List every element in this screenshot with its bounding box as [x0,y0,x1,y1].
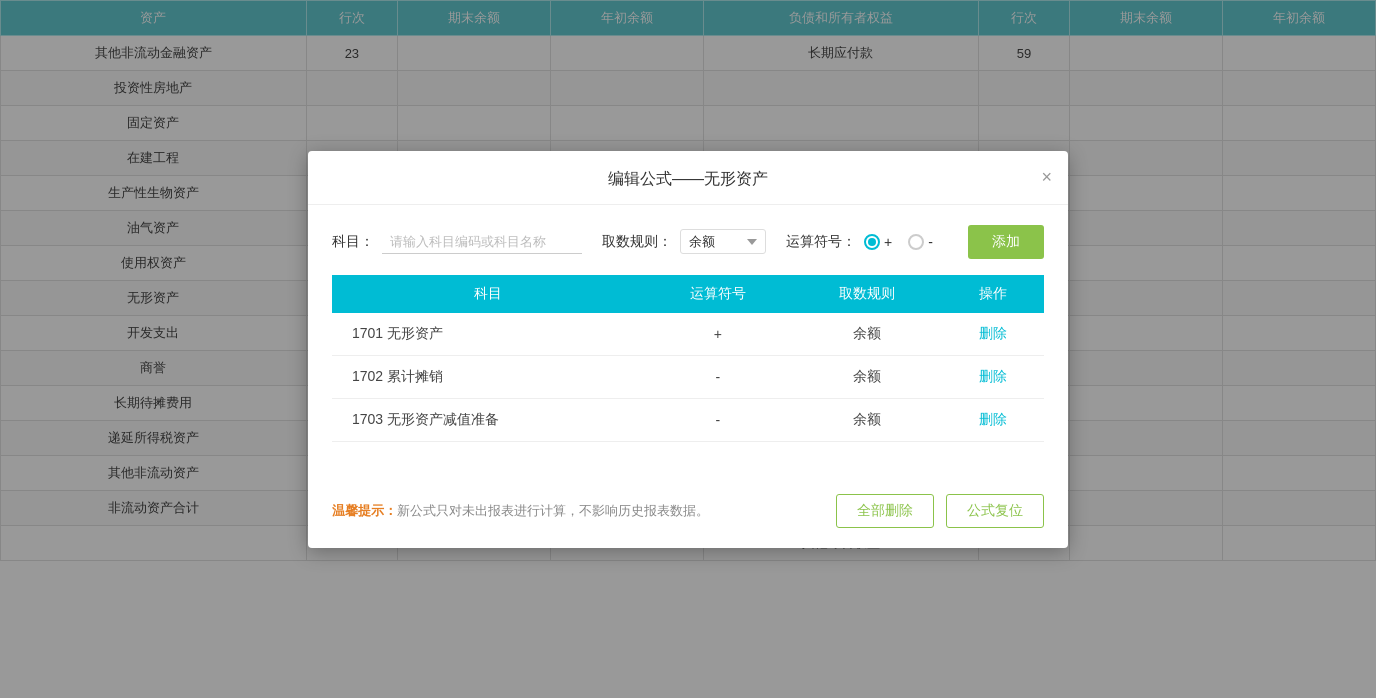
subject-input[interactable] [382,230,582,254]
hint-prefix: 温馨提示： [332,503,397,518]
subject-cell: 1702 累计摊销 [332,355,643,398]
operator-label: 运算符号： [786,233,856,251]
table-header-row: 科目 运算符号 取数规则 操作 [332,275,1044,313]
modal-dialog: 编辑公式——无形资产 × 科目： 取数规则： 余额 借方 贷方 [308,151,1068,548]
delete-link-1[interactable]: 删除 [979,368,1007,384]
col-subject: 科目 [332,275,643,313]
close-button[interactable]: × [1041,168,1052,186]
radio-minus-label: - [928,234,933,250]
modal-header: 编辑公式——无形资产 × [308,151,1068,205]
delete-link-0[interactable]: 删除 [979,325,1007,341]
operator-cell: - [643,355,793,398]
radio-minus-circle [908,234,924,250]
modal-footer: 温馨提示：新公式只对未出报表进行计算，不影响历史报表数据。 全部删除 公式复位 [308,482,1068,548]
subject-group: 科目： [332,230,582,254]
subject-cell: 1703 无形资产减值准备 [332,398,643,441]
operator-cell: - [643,398,793,441]
modal-body: 科目： 取数规则： 余额 借方 贷方 借方累计 贷方累计 [308,205,1068,482]
table-row: 1701 无形资产 + 余额 删除 [332,313,1044,356]
action-cell: 删除 [942,398,1044,441]
radio-plus[interactable]: + [864,234,892,250]
footer-buttons: 全部删除 公式复位 [836,494,1044,528]
reset-formula-button[interactable]: 公式复位 [946,494,1044,528]
operator-cell: + [643,313,793,356]
subject-label: 科目： [332,233,374,251]
radio-group: + - [864,234,933,250]
add-button[interactable]: 添加 [968,225,1044,259]
col-operator: 运算符号 [643,275,793,313]
hint-text: 新公式只对未出报表进行计算，不影响历史报表数据。 [397,503,709,518]
modal-title: 编辑公式——无形资产 [608,170,768,187]
col-rule: 取数规则 [793,275,943,313]
form-row: 科目： 取数规则： 余额 借方 贷方 借方累计 贷方累计 [332,225,1044,259]
table-row: 1703 无形资产减值准备 - 余额 删除 [332,398,1044,441]
action-cell: 删除 [942,355,1044,398]
radio-plus-circle [864,234,880,250]
action-cell: 删除 [942,313,1044,356]
delete-link-2[interactable]: 删除 [979,411,1007,427]
operator-group: 运算符号： + - [786,233,933,251]
rule-cell: 余额 [793,355,943,398]
delete-all-button[interactable]: 全部删除 [836,494,934,528]
subject-cell: 1701 无形资产 [332,313,643,356]
fetch-rule-label: 取数规则： [602,233,672,251]
rule-cell: 余额 [793,398,943,441]
radio-minus[interactable]: - [908,234,933,250]
rule-cell: 余额 [793,313,943,356]
formula-table: 科目 运算符号 取数规则 操作 1701 无形资产 + 余额 删除 [332,275,1044,442]
footer-hint: 温馨提示：新公式只对未出报表进行计算，不影响历史报表数据。 [332,502,709,520]
modal-overlay: 编辑公式——无形资产 × 科目： 取数规则： 余额 借方 贷方 [0,0,1376,698]
fetch-rule-select[interactable]: 余额 借方 贷方 借方累计 贷方累计 [680,229,766,254]
table-row: 1702 累计摊销 - 余额 删除 [332,355,1044,398]
radio-plus-label: + [884,234,892,250]
fetch-rule-group: 取数规则： 余额 借方 贷方 借方累计 贷方累计 [602,229,766,254]
col-action: 操作 [942,275,1044,313]
fetch-rule-select-group: 余额 借方 贷方 借方累计 贷方累计 [680,229,766,254]
